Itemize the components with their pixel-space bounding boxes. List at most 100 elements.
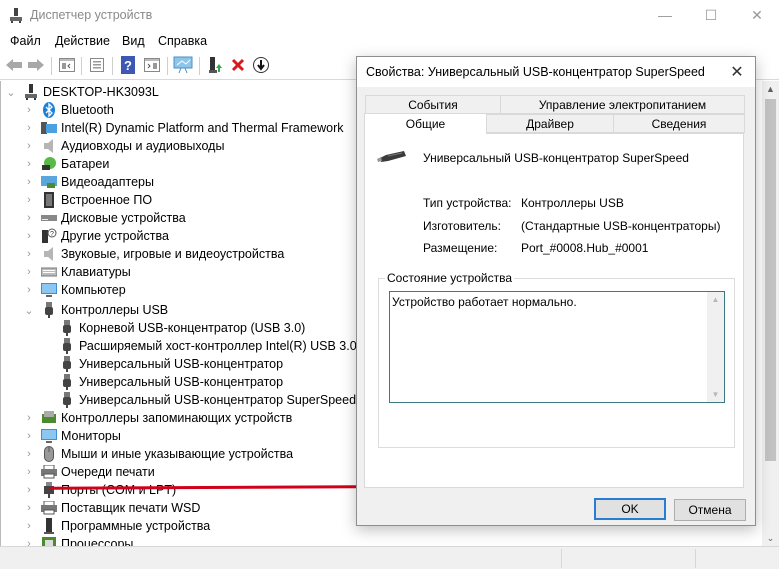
tree-item-label: Универсальный USB-концентратор SuperSpee… xyxy=(79,393,357,407)
device-manager-icon xyxy=(8,7,24,23)
chevron-right-icon[interactable]: › xyxy=(23,176,35,188)
tree-category[interactable]: › Звуковые, игровые и видеоустройства xyxy=(23,245,284,263)
ok-button[interactable]: OK xyxy=(594,498,666,520)
chevron-right-icon[interactable]: › xyxy=(23,448,35,460)
chevron-right-icon[interactable]: › xyxy=(23,502,35,514)
menu-action[interactable]: Действие xyxy=(55,34,110,48)
window-title: Диспетчер устройств xyxy=(30,8,153,22)
chevron-right-icon[interactable]: › xyxy=(23,140,35,152)
chevron-right-icon[interactable]: › xyxy=(23,430,35,442)
tree-device[interactable]: Универсальный USB-концентратор SuperSpee… xyxy=(41,391,356,409)
toolbar-separator xyxy=(51,57,52,75)
properties-button[interactable] xyxy=(86,55,108,77)
tree-category[interactable]: › Встроенное ПО xyxy=(23,191,152,209)
tab-events[interactable]: События xyxy=(365,95,501,114)
computer-tower-icon xyxy=(23,84,39,100)
chevron-right-icon[interactable]: › xyxy=(23,266,35,278)
show-hide-console-tree-button[interactable] xyxy=(56,55,78,77)
chevron-right-icon[interactable]: › xyxy=(23,194,35,206)
tree-category[interactable]: › Дисковые устройства xyxy=(23,209,186,227)
chevron-right-icon[interactable]: › xyxy=(23,520,35,532)
minimize-button[interactable]: — xyxy=(642,0,688,30)
uninstall-device-button[interactable] xyxy=(227,55,249,77)
tree-category-usb-controllers[interactable]: ⌄ Контроллеры USB xyxy=(23,301,168,319)
tree-category[interactable]: › Батареи xyxy=(23,155,109,173)
tree-vertical-scrollbar[interactable]: ▲ ⌄ xyxy=(762,81,779,546)
forward-button[interactable] xyxy=(25,55,47,77)
tab-power-management[interactable]: Управление электропитанием xyxy=(500,95,745,114)
chevron-right-icon[interactable]: › xyxy=(23,466,35,478)
action-pane-button[interactable] xyxy=(141,55,163,77)
scroll-down-icon[interactable]: ⌄ xyxy=(762,530,779,546)
tree-category[interactable]: › Мониторы xyxy=(23,427,121,445)
tree-category[interactable]: › Контроллеры запоминающих устройств xyxy=(23,409,292,427)
tree-category[interactable]: › Поставщик печати WSD xyxy=(23,499,200,517)
device-type-value: Контроллеры USB xyxy=(521,196,624,210)
tree-root[interactable]: ⌄ DESKTOP-HK3093L xyxy=(5,83,159,101)
chevron-right-icon[interactable]: › xyxy=(23,284,35,296)
tree-item-label: Программные устройства xyxy=(61,519,211,533)
keyboard-icon xyxy=(41,264,57,280)
tab-driver[interactable]: Драйвер xyxy=(486,114,614,133)
tree-category[interactable]: › Программные устройства xyxy=(23,517,210,535)
scan-hardware-button[interactable] xyxy=(172,55,194,77)
tree-item-label: Батареи xyxy=(61,157,110,171)
device-status-textbox[interactable]: Устройство работает нормально. ▲ ▼ xyxy=(389,291,725,403)
chevron-right-icon[interactable]: › xyxy=(23,104,35,116)
status-bar xyxy=(0,546,779,569)
tree-item-label: Контроллеры запоминающих устройств xyxy=(61,411,293,425)
tree-category[interactable]: › Bluetooth xyxy=(23,101,114,119)
tree-category[interactable]: › Видеоадаптеры xyxy=(23,173,154,191)
usb-icon xyxy=(59,356,75,372)
tree-category[interactable]: › Порты (COM и LPT) xyxy=(23,481,176,499)
back-button[interactable] xyxy=(3,55,25,77)
tree-category[interactable]: › Очереди печати xyxy=(23,463,155,481)
chevron-right-icon[interactable]: › xyxy=(23,158,35,170)
scroll-down-icon[interactable]: ▼ xyxy=(707,390,724,399)
chevron-right-icon[interactable]: › xyxy=(23,538,35,546)
scrollbar-thumb[interactable] xyxy=(765,99,776,461)
dialog-titlebar: Свойства: Универсальный USB-концентратор… xyxy=(357,57,755,87)
tab-general[interactable]: Общие xyxy=(364,113,487,134)
chevron-right-icon[interactable]: › xyxy=(23,230,35,242)
chevron-right-icon[interactable]: › xyxy=(23,212,35,224)
console-tree-icon xyxy=(59,57,75,75)
status-scrollbar[interactable]: ▲ ▼ xyxy=(707,292,724,402)
tree-category[interactable]: › Мыши и иные указывающие устройства xyxy=(23,445,293,463)
chevron-right-icon[interactable]: › xyxy=(23,122,35,134)
maximize-button[interactable]: ☐ xyxy=(688,0,734,30)
chevron-right-icon[interactable]: › xyxy=(23,484,35,496)
chevron-right-icon[interactable]: › xyxy=(23,412,35,424)
tree-category[interactable]: › Процессоры xyxy=(23,535,133,546)
menu-view[interactable]: Вид xyxy=(122,34,145,48)
cancel-button[interactable]: Отмена xyxy=(674,499,746,521)
disable-device-button[interactable] xyxy=(250,55,272,77)
tree-category[interactable]: › Аудиовходы и аудиовыходы xyxy=(23,137,224,155)
close-button[interactable]: ✕ xyxy=(734,0,779,30)
tree-category[interactable]: › Intel(R) Dynamic Platform and Thermal F… xyxy=(23,119,343,137)
intel-framework-icon xyxy=(41,120,57,136)
menu-bar: Файл Действие Вид Справка xyxy=(0,30,779,52)
menu-help[interactable]: Справка xyxy=(158,34,207,48)
status-separator xyxy=(695,549,696,568)
chevron-down-icon[interactable]: ⌄ xyxy=(23,304,35,317)
chevron-down-icon[interactable]: ⌄ xyxy=(5,86,17,99)
update-driver-button[interactable] xyxy=(204,55,226,77)
scroll-up-icon[interactable]: ▲ xyxy=(707,295,724,304)
status-separator xyxy=(561,549,562,568)
tree-device[interactable]: Корневой USB-концентратор (USB 3.0) xyxy=(41,319,305,337)
tree-category[interactable]: › Компьютер xyxy=(23,281,126,299)
menu-file[interactable]: Файл xyxy=(10,34,41,48)
tab-details[interactable]: Сведения xyxy=(613,114,745,133)
tree-device[interactable]: Расширяемый хост-контроллер Intel(R) USB… xyxy=(41,337,373,355)
tree-category[interactable]: › Клавиатуры xyxy=(23,263,131,281)
processor-icon xyxy=(41,536,57,546)
help-button[interactable]: ? xyxy=(117,55,139,77)
chevron-right-icon[interactable]: › xyxy=(23,248,35,260)
tree-category[interactable]: ›? Другие устройства xyxy=(23,227,169,245)
scroll-up-icon[interactable]: ▲ xyxy=(762,81,779,97)
tree-item-label: Процессоры xyxy=(61,537,134,546)
dialog-close-button[interactable]: ✕ xyxy=(725,60,749,84)
tree-device[interactable]: Универсальный USB-концентратор xyxy=(41,373,283,391)
tree-device[interactable]: Универсальный USB-концентратор xyxy=(41,355,283,373)
